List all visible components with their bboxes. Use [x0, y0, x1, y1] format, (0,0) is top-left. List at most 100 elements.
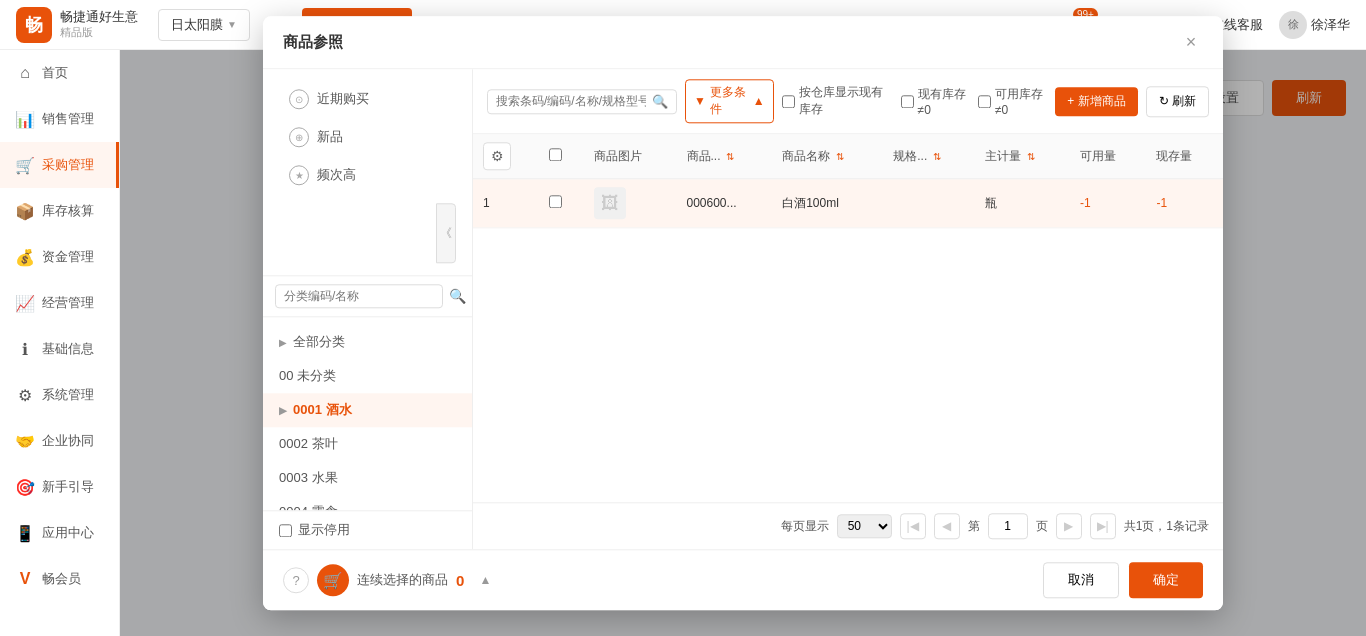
sidebar-item-operation[interactable]: 📈 经营管理: [0, 280, 119, 326]
row-image-cell: 🖼: [584, 179, 677, 228]
product-search-input[interactable]: [496, 94, 646, 108]
category-00-label: 00 未分类: [279, 367, 336, 385]
refresh-button[interactable]: ↻ 刷新: [1146, 86, 1209, 117]
sidebar: ⌂ 首页 📊 销售管理 🛒 采购管理 📦 库存核算 💰 资金管理 📈 经营管理 …: [0, 50, 120, 636]
sidebar-item-collab[interactable]: 🤝 企业协同: [0, 418, 119, 464]
footer-right-area: 取消 确定: [1043, 562, 1203, 598]
product-table: ⚙ 商品图片 商品... ⇅: [473, 134, 1223, 228]
modal-right-panel: 🔍 ▼ 更多条件 ▲ 按仓库显示现有库存 现有库存≠0: [473, 69, 1223, 549]
table-row[interactable]: 1 🖼 000600... 白酒100ml 瓶: [473, 179, 1223, 228]
col-unit[interactable]: 主计量 ⇅: [975, 134, 1070, 179]
modal-toolbar: 🔍 ▼ 更多条件 ▲ 按仓库显示现有库存 现有库存≠0: [473, 69, 1223, 134]
stock-value: -1: [1156, 196, 1167, 210]
sidebar-label-apps: 应用中心: [42, 524, 94, 542]
col-name[interactable]: 商品名称 ⇅: [772, 134, 883, 179]
category-0003[interactable]: 0003 水果: [263, 461, 472, 495]
col-spec[interactable]: 规格... ⇅: [883, 134, 975, 179]
stock-icon: 📦: [16, 202, 34, 220]
sidebar-item-sales[interactable]: 📊 销售管理: [0, 96, 119, 142]
category-search-icon[interactable]: 🔍: [449, 288, 466, 304]
available-stock-checkbox[interactable]: [901, 95, 914, 108]
category-search-input[interactable]: [275, 284, 443, 308]
system-icon: ⚙: [16, 386, 34, 404]
purchase-icon: 🛒: [16, 156, 34, 174]
freq-icon: ★: [289, 165, 309, 185]
nav-high-freq[interactable]: ★ 频次高: [279, 157, 456, 193]
product-search-wrap: 🔍: [487, 89, 677, 114]
sidebar-label-home: 首页: [42, 64, 68, 82]
finance-icon: 💰: [16, 248, 34, 266]
collapse-nav-button[interactable]: 《: [436, 203, 456, 263]
product-thumbnail: 🖼: [594, 187, 626, 219]
sidebar-item-guide[interactable]: 🎯 新手引导: [0, 464, 119, 510]
category-0004[interactable]: 0004 零食: [263, 495, 472, 510]
filter-icon: ▼: [694, 94, 706, 108]
sidebar-label-operation: 经营管理: [42, 294, 94, 312]
page-suffix-label: 页: [1036, 518, 1048, 535]
sidebar-item-purchase[interactable]: 🛒 采购管理: [0, 142, 119, 188]
sidebar-label-finance: 资金管理: [42, 248, 94, 266]
category-search-area: 🔍: [263, 276, 472, 317]
user-area[interactable]: 徐 徐泽华: [1279, 11, 1350, 39]
store-selector[interactable]: 日太阳膜 ▼: [158, 9, 250, 41]
sidebar-item-finance[interactable]: 💰 资金管理: [0, 234, 119, 280]
first-page-button[interactable]: |◀: [900, 513, 926, 539]
confirm-button[interactable]: 确定: [1129, 562, 1203, 598]
show-disabled-checkbox[interactable]: [279, 524, 292, 537]
modal-close-button[interactable]: ×: [1179, 30, 1203, 54]
sidebar-item-home[interactable]: ⌂ 首页: [0, 50, 119, 96]
nav-recent-purchase[interactable]: ⊙ 近期购买: [279, 81, 456, 117]
last-page-button[interactable]: ▶|: [1090, 513, 1116, 539]
operation-icon: 📈: [16, 294, 34, 312]
row-select-checkbox[interactable]: [549, 195, 562, 208]
sidebar-item-stock[interactable]: 📦 库存核算: [0, 188, 119, 234]
nav-recent-label: 近期购买: [317, 90, 369, 108]
modal-left-panel: ⊙ 近期购买 ⊕ 新品 ★ 频次高 《 🔍: [263, 69, 473, 549]
warehouse-stock-filter[interactable]: 按仓库显示现有库存: [782, 84, 893, 118]
col-code[interactable]: 商品... ⇅: [677, 134, 773, 179]
prev-page-button[interactable]: ◀: [934, 513, 960, 539]
filter-label: 更多条件: [710, 84, 749, 118]
usable-stock-checkbox[interactable]: [978, 95, 991, 108]
category-all[interactable]: ▶ 全部分类: [263, 325, 472, 359]
row-index: 1: [473, 179, 539, 228]
footer-collapse-button[interactable]: ▲: [472, 567, 498, 593]
category-0001-label: 0001 酒水: [293, 401, 352, 419]
category-00[interactable]: 00 未分类: [263, 359, 472, 393]
sort-code-icon: ⇅: [726, 151, 734, 162]
help-button[interactable]: ?: [283, 567, 309, 593]
available-stock-label: 现有库存≠0: [918, 86, 970, 117]
cancel-button[interactable]: 取消: [1043, 562, 1119, 598]
table-header: ⚙ 商品图片 商品... ⇅: [473, 134, 1223, 179]
usable-stock-filter[interactable]: 可用库存≠0: [978, 86, 1047, 117]
sidebar-item-system[interactable]: ⚙ 系统管理: [0, 372, 119, 418]
store-name: 日太阳膜: [171, 16, 223, 34]
per-page-select[interactable]: 50 10 20 100: [837, 514, 892, 538]
show-disabled-label[interactable]: 显示停用: [298, 521, 350, 539]
category-0001[interactable]: ▶ 0001 酒水: [263, 393, 472, 427]
warehouse-stock-checkbox[interactable]: [782, 95, 795, 108]
selected-count: 0: [456, 572, 464, 589]
category-0002[interactable]: 0002 茶叶: [263, 427, 472, 461]
selected-label: 连续选择的商品: [357, 571, 448, 589]
add-product-button[interactable]: + 新增商品: [1055, 87, 1137, 116]
nav-new-products[interactable]: ⊕ 新品: [279, 119, 456, 155]
logo-text: 畅捷通好生意: [60, 9, 138, 26]
sort-spec-icon: ⇅: [933, 151, 941, 162]
cart-button[interactable]: 🛒: [317, 564, 349, 596]
sidebar-label-stock: 库存核算: [42, 202, 94, 220]
sidebar-item-apps[interactable]: 📱 应用中心: [0, 510, 119, 556]
next-page-button[interactable]: ▶: [1056, 513, 1082, 539]
select-all-checkbox[interactable]: [549, 148, 562, 161]
sidebar-label-member: 畅会员: [42, 570, 81, 588]
sidebar-item-member[interactable]: V 畅会员: [0, 556, 119, 602]
col-settings: ⚙: [473, 134, 539, 179]
sidebar-item-basic[interactable]: ℹ 基础信息: [0, 326, 119, 372]
expand-icon: ▶: [279, 337, 287, 348]
warehouse-stock-label: 按仓库显示现有库存: [799, 84, 893, 118]
available-stock-filter[interactable]: 现有库存≠0: [901, 86, 970, 117]
modal-footer: ? 🛒 连续选择的商品 0 ▲ 取消 确定: [263, 549, 1223, 610]
more-filter-button[interactable]: ▼ 更多条件 ▲: [685, 79, 774, 123]
page-number-input[interactable]: [988, 513, 1028, 539]
table-settings-icon[interactable]: ⚙: [483, 142, 511, 170]
